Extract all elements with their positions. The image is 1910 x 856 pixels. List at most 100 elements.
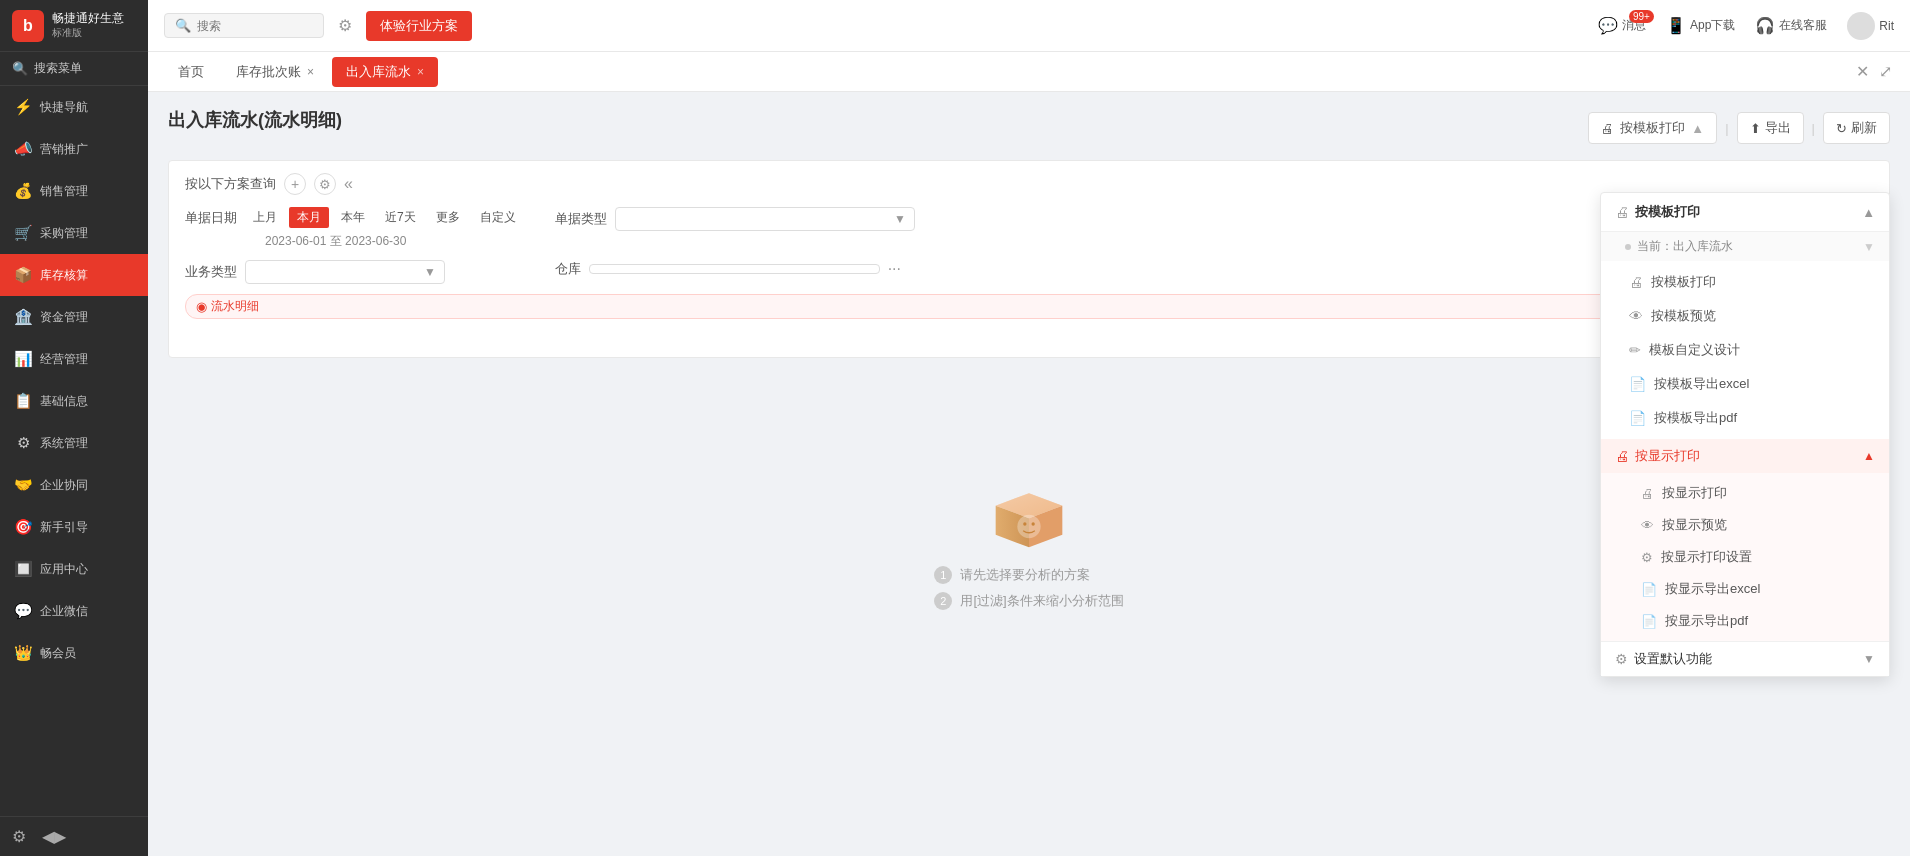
dropdown-display-section-header[interactable]: 🖨 按显示打印 ▲ xyxy=(1601,439,1889,473)
date-label: 单据日期 xyxy=(185,209,237,227)
sidebar-item-wechat[interactable]: 💬 企业微信 xyxy=(0,590,148,632)
template-preview-label: 按模板预览 xyxy=(1651,307,1716,325)
topbar-gear-icon[interactable]: ⚙ xyxy=(334,12,356,39)
dropdown-display-preview[interactable]: 👁 按显示预览 xyxy=(1601,509,1889,541)
nav-icon-guide: 🎯 xyxy=(12,518,34,536)
nav-label-operation: 经营管理 xyxy=(40,351,88,368)
message-btn[interactable]: 💬 消息 99+ xyxy=(1598,16,1646,35)
main-content: 🔍 ⚙ 体验行业方案 💬 消息 99+ 📱 App下载 🎧 在线客服 Rit xyxy=(148,0,1910,856)
template-design-label: 模板自定义设计 xyxy=(1649,341,1740,359)
display-excel-label: 按显示导出excel xyxy=(1665,580,1760,598)
display-print-label: 按显示打印 xyxy=(1662,484,1727,502)
dropdown-display-settings[interactable]: ⚙ 按显示打印设置 xyxy=(1601,541,1889,573)
nav-label-inventory: 库存核算 xyxy=(40,267,88,284)
dropdown-collapse-btn[interactable]: ▲ xyxy=(1862,205,1875,220)
tip-number-1: 1 xyxy=(934,566,952,584)
nav-label-system: 系统管理 xyxy=(40,435,88,452)
dropdown-display-print[interactable]: 🖨 按显示打印 xyxy=(1601,477,1889,509)
nav-label-sales: 销售管理 xyxy=(40,183,88,200)
default-settings-label: 设置默认功能 xyxy=(1634,650,1712,668)
nav-icon-basic: 📋 xyxy=(12,392,34,410)
sidebar-item-basic[interactable]: 📋 基础信息 xyxy=(0,380,148,422)
sidebar-item-cooperation[interactable]: 🤝 企业协同 xyxy=(0,464,148,506)
tab-batch-close[interactable]: × xyxy=(307,65,314,79)
nav-label-vip: 畅会员 xyxy=(40,645,76,662)
date-opt-this-year[interactable]: 本年 xyxy=(333,207,373,228)
tab-batch[interactable]: 库存批次账 × xyxy=(222,57,328,87)
online-service-label: 在线客服 xyxy=(1779,17,1827,34)
tip-text-2: 用[过滤]条件来缩小分析范围 xyxy=(960,592,1123,610)
search-icon: 🔍 xyxy=(12,61,28,76)
settings-icon[interactable]: ⚙ xyxy=(12,827,26,846)
date-opt-custom[interactable]: 自定义 xyxy=(472,207,524,228)
current-item: 当前：出入库流水 ▼ xyxy=(1601,232,1889,261)
collapse-sidebar-icon[interactable]: ◀▶ xyxy=(42,827,66,846)
template-excel-label: 按模板导出excel xyxy=(1654,375,1749,393)
dropdown-template-export-pdf[interactable]: 📄 按模板导出pdf xyxy=(1601,401,1889,435)
template-design-icon: ✏ xyxy=(1629,342,1641,358)
sidebar-item-quick-nav[interactable]: ⚡ 快捷导航 xyxy=(0,86,148,128)
print-template-btn[interactable]: 🖨 按模板打印 ▲ xyxy=(1588,112,1717,144)
warehouse-select[interactable] xyxy=(589,264,880,274)
nav-label-basic: 基础信息 xyxy=(40,393,88,410)
template-preview-icon: 👁 xyxy=(1629,308,1643,324)
dropdown-template-export-excel[interactable]: 📄 按模板导出excel xyxy=(1601,367,1889,401)
date-opt-last-month[interactable]: 上月 xyxy=(245,207,285,228)
current-label: 当前：出入库流水 xyxy=(1637,238,1733,255)
sidebar-item-operation[interactable]: 📊 经营管理 xyxy=(0,338,148,380)
sidebar-item-app-center[interactable]: 🔲 应用中心 xyxy=(0,548,148,590)
filter-settings-btn[interactable]: ⚙ xyxy=(314,173,336,195)
display-section-arrow: ▲ xyxy=(1863,449,1875,463)
industry-btn[interactable]: 体验行业方案 xyxy=(366,11,472,41)
sidebar-item-guide[interactable]: 🎯 新手引导 xyxy=(0,506,148,548)
tab-flow[interactable]: 出入库流水 × xyxy=(332,57,438,87)
sidebar-item-vip[interactable]: 👑 畅会员 xyxy=(0,632,148,674)
nav-icon-wechat: 💬 xyxy=(12,602,34,620)
sidebar-item-sales[interactable]: 💰 销售管理 xyxy=(0,170,148,212)
topbar-search-box[interactable]: 🔍 xyxy=(164,13,324,38)
tabs-bar: 首页 库存批次账 × 出入库流水 × ✕ ⤢ xyxy=(148,52,1910,92)
display-excel-icon: 📄 xyxy=(1641,582,1657,597)
template-print-label: 按模板打印 xyxy=(1651,273,1716,291)
template-pdf-label: 按模板导出pdf xyxy=(1654,409,1737,427)
date-opt-this-month[interactable]: 本月 xyxy=(289,207,329,228)
date-opt-7days[interactable]: 近7天 xyxy=(377,207,424,228)
filter-collapse-icon[interactable]: « xyxy=(344,175,353,193)
dropdown-default-settings[interactable]: ⚙ 设置默认功能 ▼ xyxy=(1601,641,1889,676)
warehouse-dots[interactable]: ··· xyxy=(884,260,905,278)
nav-icon-finance: 🏦 xyxy=(12,308,34,326)
online-service-btn[interactable]: 🎧 在线客服 xyxy=(1755,16,1827,35)
dropdown-template-design[interactable]: ✏ 模板自定义设计 xyxy=(1601,333,1889,367)
nav-icon-vip: 👑 xyxy=(12,644,34,662)
nav-icon-app-center: 🔲 xyxy=(12,560,34,578)
tab-close-all-icon[interactable]: ✕ xyxy=(1854,60,1871,83)
sidebar-item-purchase[interactable]: 🛒 采购管理 xyxy=(0,212,148,254)
tab-home[interactable]: 首页 xyxy=(164,57,218,87)
sidebar-search[interactable]: 🔍 搜索菜单 xyxy=(0,52,148,86)
sidebar-item-inventory[interactable]: 📦 库存核算 xyxy=(0,254,148,296)
logo-sub: 标准版 xyxy=(52,26,124,40)
refresh-btn[interactable]: ↻ 刷新 xyxy=(1823,112,1890,144)
sidebar-item-finance[interactable]: 🏦 资金管理 xyxy=(0,296,148,338)
dropdown-display-pdf[interactable]: 📄 按显示导出pdf xyxy=(1601,605,1889,637)
sidebar-item-system[interactable]: ⚙ 系统管理 xyxy=(0,422,148,464)
date-opt-more[interactable]: 更多 xyxy=(428,207,468,228)
tab-maximize-icon[interactable]: ⤢ xyxy=(1877,60,1894,83)
dropdown-template-preview[interactable]: 👁 按模板预览 xyxy=(1601,299,1889,333)
sidebar-item-marketing[interactable]: 📣 营销推广 xyxy=(0,128,148,170)
filter-add-btn[interactable]: + xyxy=(284,173,306,195)
business-type-select[interactable]: ▼ xyxy=(245,260,445,284)
topbar-search-input[interactable] xyxy=(197,19,297,33)
display-settings-label: 按显示打印设置 xyxy=(1661,548,1752,566)
voucher-type-select[interactable]: ▼ xyxy=(615,207,915,231)
tab-flow-close[interactable]: × xyxy=(417,65,424,79)
export-btn[interactable]: ⬆ 导出 xyxy=(1737,112,1804,144)
print-icon: 🖨 xyxy=(1601,121,1614,136)
dropdown-template-print[interactable]: 🖨 按模板打印 xyxy=(1601,265,1889,299)
business-type-filter: 业务类型 ▼ xyxy=(185,260,535,284)
nav-label-app-center: 应用中心 xyxy=(40,561,88,578)
user-profile-btn[interactable]: Rit xyxy=(1847,12,1894,40)
app-download-btn[interactable]: 📱 App下载 xyxy=(1666,16,1735,35)
dropdown-display-excel[interactable]: 📄 按显示导出excel xyxy=(1601,573,1889,605)
filter-title: 按以下方案查询 xyxy=(185,175,276,193)
